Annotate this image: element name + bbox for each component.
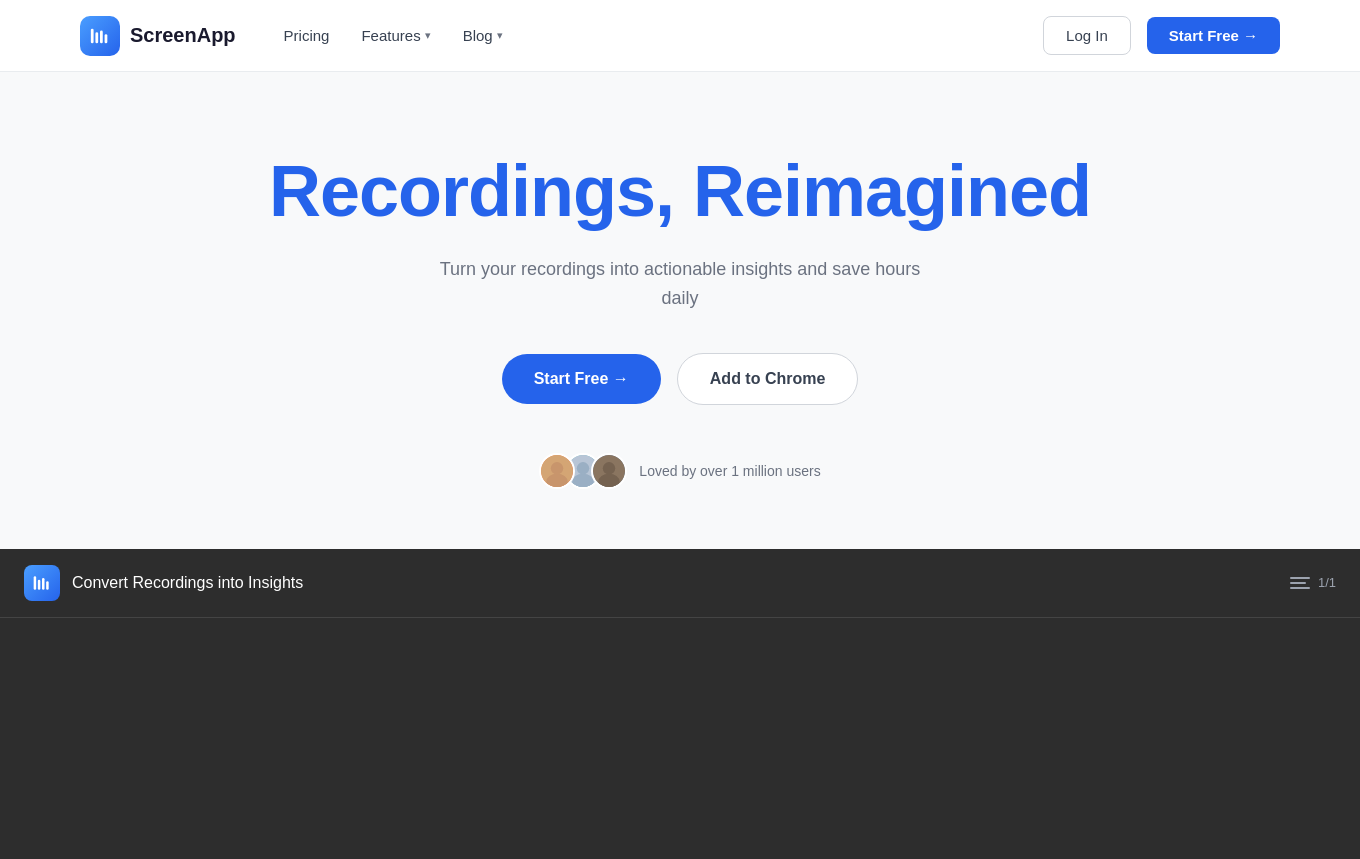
svg-point-5 <box>551 462 563 474</box>
screenapp-logo-svg <box>89 25 111 47</box>
avatar-1 <box>539 453 575 489</box>
hero-add-to-chrome-button[interactable]: Add to Chrome <box>677 353 859 405</box>
svg-rect-13 <box>34 576 37 589</box>
svg-rect-15 <box>42 578 45 590</box>
nav-links: Pricing Features ▾ Blog ▾ <box>284 27 503 44</box>
features-chevron-icon: ▾ <box>425 29 431 42</box>
svg-rect-3 <box>105 34 108 43</box>
navbar-left: ScreenApp Pricing Features ▾ Blog ▾ <box>80 16 503 56</box>
navbar: ScreenApp Pricing Features ▾ Blog ▾ Log … <box>0 0 1360 72</box>
bottom-bar-content <box>0 618 1360 859</box>
bottom-bar-title: Convert Recordings into Insights <box>72 574 303 592</box>
menu-icon[interactable] <box>1290 577 1310 589</box>
hero-start-free-button[interactable]: Start Free → <box>502 354 661 404</box>
svg-point-11 <box>603 462 615 474</box>
logo[interactable]: ScreenApp <box>80 16 236 56</box>
blog-chevron-icon: ▾ <box>497 29 503 42</box>
social-proof: Loved by over 1 million users <box>539 453 820 489</box>
avatars-group <box>539 453 627 489</box>
bottom-bar-right: 1/1 <box>1290 575 1336 590</box>
bottom-bar-header: Convert Recordings into Insights 1/1 <box>0 549 1360 618</box>
bottom-bar: Convert Recordings into Insights 1/1 <box>0 549 1360 859</box>
hero-title: Recordings, Reimagined <box>269 152 1091 231</box>
svg-point-6 <box>547 473 568 488</box>
social-proof-text: Loved by over 1 million users <box>639 463 820 479</box>
page-counter: 1/1 <box>1318 575 1336 590</box>
navbar-start-free-button[interactable]: Start Free → <box>1147 17 1280 54</box>
bottom-bar-left: Convert Recordings into Insights <box>24 565 303 601</box>
avatar-3 <box>591 453 627 489</box>
navbar-right: Log In Start Free → <box>1043 16 1280 55</box>
svg-point-8 <box>577 462 589 474</box>
svg-rect-16 <box>46 581 48 589</box>
svg-rect-1 <box>95 32 98 43</box>
nav-pricing[interactable]: Pricing <box>284 27 330 44</box>
bottom-logo-icon <box>24 565 60 601</box>
svg-rect-0 <box>91 28 94 43</box>
hero-subtitle: Turn your recordings into actionable ins… <box>430 255 930 313</box>
nav-blog[interactable]: Blog ▾ <box>463 27 503 44</box>
hero-section: Recordings, Reimagined Turn your recordi… <box>0 72 1360 549</box>
svg-rect-2 <box>100 30 103 43</box>
logo-text: ScreenApp <box>130 24 236 47</box>
login-button[interactable]: Log In <box>1043 16 1131 55</box>
svg-point-12 <box>599 473 620 488</box>
hero-buttons: Start Free → Add to Chrome <box>502 353 859 405</box>
svg-rect-14 <box>38 579 41 589</box>
nav-features[interactable]: Features ▾ <box>361 27 430 44</box>
bottom-screenapp-icon <box>32 573 52 593</box>
logo-icon <box>80 16 120 56</box>
